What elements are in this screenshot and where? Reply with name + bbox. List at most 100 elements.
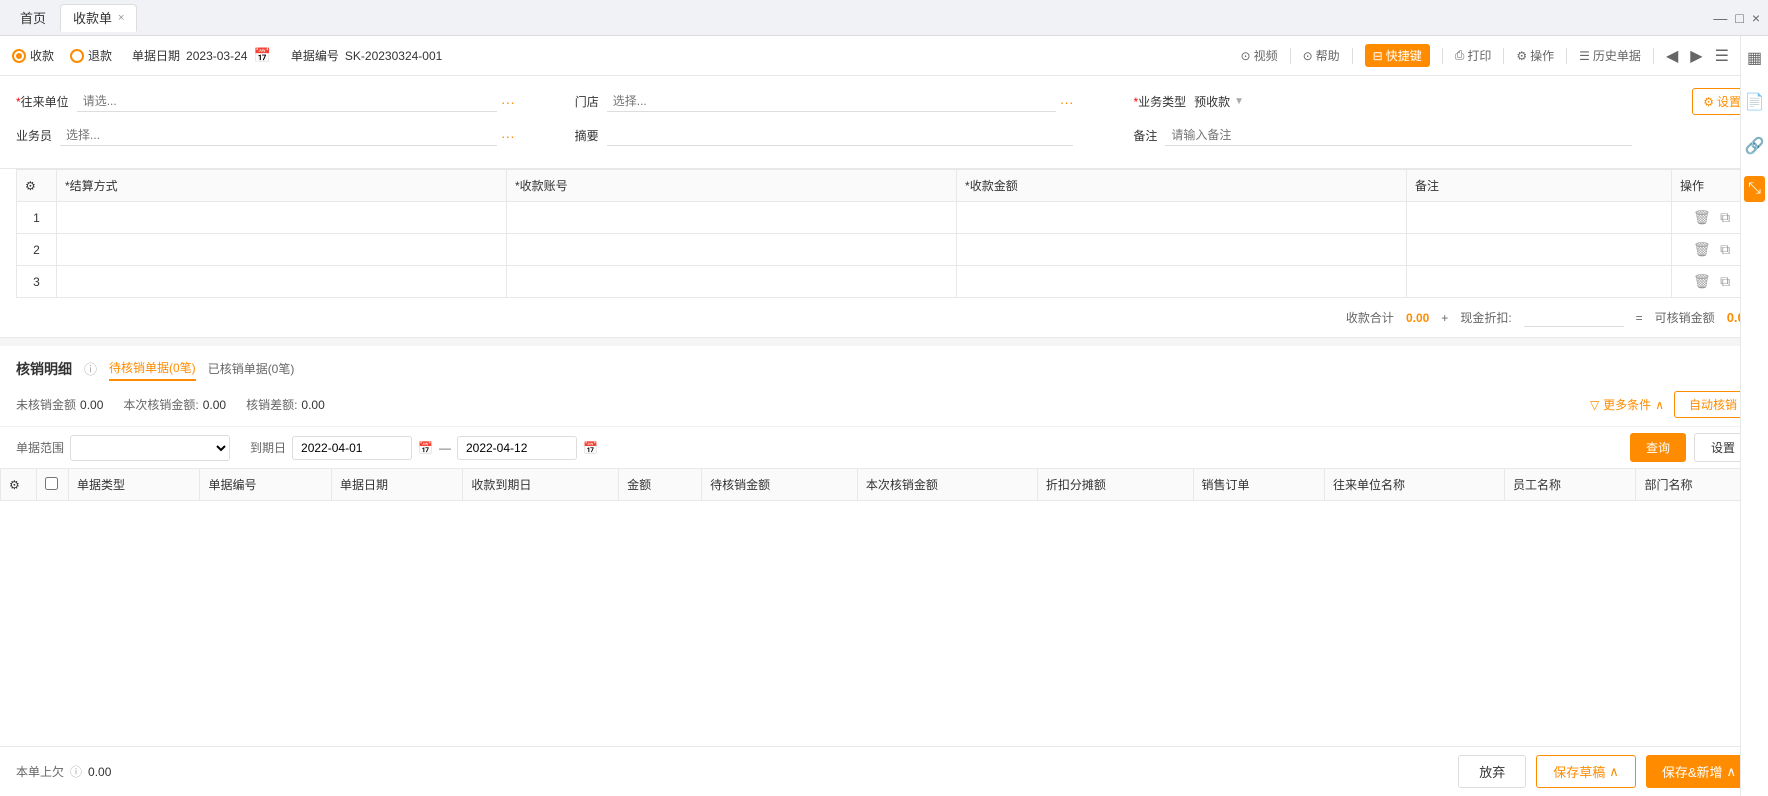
form-body: * 往来单位 ··· 门店 ··· * 业务类型 预收款 ▼	[0, 76, 1768, 169]
tab-completed-label: 已核销单据(0笔)	[208, 362, 295, 376]
tab-pending[interactable]: 待核销单据(0笔)	[109, 356, 196, 381]
bottom-table-header: ⚙ 单据类型 单据编号 单据日期 收款到期日 金额 待核销金额 本次核销金额 折…	[1, 469, 1768, 501]
calendar-icon[interactable]: 📅	[253, 47, 270, 64]
tab-close-icon[interactable]: ×	[118, 12, 124, 24]
toolbar-operation[interactable]: ⚙ 操作	[1516, 47, 1554, 64]
draft-button[interactable]: 保存草稿 ∧	[1536, 755, 1636, 788]
more-filter-btn[interactable]: ▽ 更多条件 ∧	[1590, 396, 1664, 413]
divider2	[1352, 48, 1353, 64]
verification-header: 核销明细 ⓘ 待核销单据(0笔) 已核销单据(0笔)	[0, 346, 1768, 387]
date-to-input[interactable]	[457, 436, 577, 460]
layout-icon[interactable]: ☰	[1715, 46, 1729, 66]
select-all-checkbox[interactable]	[45, 477, 58, 490]
delete-icon-3[interactable]: 🗑	[1693, 273, 1711, 289]
copy-icon-3[interactable]: ⧉	[1720, 273, 1730, 289]
tab-home[interactable]: 首页	[8, 4, 58, 32]
discount-input[interactable]	[1524, 308, 1624, 327]
filter-icon: ▽	[1590, 398, 1599, 412]
divider3	[1442, 48, 1443, 64]
history-icon: ☰	[1579, 49, 1590, 63]
bottom-col-employee: 员工名称	[1505, 469, 1636, 501]
col-gear[interactable]: ⚙	[17, 170, 57, 202]
store-input[interactable]	[607, 91, 1056, 112]
divider1	[1290, 48, 1291, 64]
store-more-icon[interactable]: ···	[1060, 94, 1074, 110]
date-label: 单据日期	[132, 47, 180, 64]
toolbar-help[interactable]: ⊙ 帮助	[1303, 47, 1340, 64]
delete-icon-1[interactable]: 🗑	[1693, 209, 1711, 225]
operation-label: 操作	[1530, 47, 1554, 64]
bottom-col-sales-order: 销售订单	[1193, 469, 1324, 501]
due-label: 到期日	[250, 439, 286, 456]
radio-receive-dot	[12, 49, 26, 63]
biz-select-wrap: 预收款 ▼	[1194, 93, 1244, 110]
table-header-row: ⚙ *结算方式 *收款账号 *收款金额 备注 操作	[17, 170, 1752, 202]
cell-note-2[interactable]	[1407, 234, 1672, 266]
minimize-icon[interactable]: —	[1713, 10, 1727, 26]
radio-refund-label: 退款	[88, 47, 112, 64]
tab-completed[interactable]: 已核销单据(0笔)	[208, 357, 295, 380]
tab-current[interactable]: 收款单 ×	[60, 4, 137, 32]
toolbar-print[interactable]: ⎙ 打印	[1455, 47, 1492, 64]
close-window-icon[interactable]: ×	[1752, 10, 1760, 26]
bottom-col-amount: 金额	[619, 469, 702, 501]
cell-amount-2[interactable]	[957, 234, 1407, 266]
abandon-button[interactable]: 放弃	[1458, 755, 1526, 788]
cell-settlement-1[interactable]	[57, 202, 507, 234]
sales-rep-input[interactable]	[60, 125, 497, 146]
copy-icon-1[interactable]: ⧉	[1720, 209, 1730, 225]
cell-settlement-2[interactable]	[57, 234, 507, 266]
row-num-3: 3	[17, 266, 57, 298]
counterpart-input[interactable]	[77, 91, 497, 112]
calendar-from-icon[interactable]: 📅	[418, 441, 433, 455]
radio-refund[interactable]: 退款	[70, 47, 112, 64]
note-input[interactable]	[1165, 125, 1632, 146]
window-controls: — □ ×	[1713, 10, 1760, 26]
cell-account-1[interactable]	[507, 202, 957, 234]
cell-amount-3[interactable]	[957, 266, 1407, 298]
toolbar-video[interactable]: ⊙ 视频	[1241, 47, 1278, 64]
sidebar-link-icon[interactable]: 🔗	[1741, 132, 1768, 160]
bottom-col-gear[interactable]: ⚙	[1, 469, 37, 501]
nav-next-icon[interactable]: ▶	[1690, 46, 1702, 66]
maximize-icon[interactable]: □	[1735, 10, 1743, 26]
unchecked-value: 0.00	[80, 398, 103, 412]
sidebar-document-icon[interactable]: 📄	[1741, 88, 1768, 116]
copy-icon-2[interactable]: ⧉	[1720, 241, 1730, 257]
sales-rep-label: 业务员	[16, 127, 52, 144]
date-dash: —	[439, 441, 451, 455]
summary-input[interactable]	[607, 125, 1074, 146]
sales-rep-more-icon[interactable]: ···	[501, 128, 515, 144]
verification-info-icon[interactable]: ⓘ	[84, 359, 97, 378]
save-button[interactable]: 保存&新增 ∧	[1646, 755, 1752, 788]
store-field: 门店 ···	[575, 91, 1074, 112]
sidebar-expand-icon[interactable]: ⤡	[1744, 176, 1765, 202]
toolbar-history[interactable]: ☰ 历史单据	[1579, 47, 1641, 64]
summary-field: 摘要	[575, 125, 1074, 146]
cell-settlement-3[interactable]	[57, 266, 507, 298]
biz-chevron-icon[interactable]: ▼	[1234, 96, 1244, 107]
range-select[interactable]	[70, 435, 230, 461]
toolbar-shortcut[interactable]: ⊟ 快捷键	[1365, 44, 1430, 67]
biz-value: 预收款	[1194, 93, 1230, 110]
radio-receive[interactable]: 收款	[12, 47, 54, 64]
cell-account-3[interactable]	[507, 266, 957, 298]
cell-note-1[interactable]	[1407, 202, 1672, 234]
cell-amount-1[interactable]	[957, 202, 1407, 234]
delete-icon-2[interactable]: 🗑	[1693, 241, 1711, 257]
sidebar-table-icon[interactable]: ▦	[1743, 44, 1766, 72]
business-type-field: * 业务类型 预收款 ▼	[1133, 93, 1632, 110]
collect-label: 收款合计	[1346, 309, 1394, 326]
col-settlement: *结算方式	[57, 170, 507, 202]
query-button[interactable]: 查询	[1630, 433, 1686, 462]
calendar-to-icon[interactable]: 📅	[583, 441, 598, 455]
bottom-col-pending: 待核销金额	[702, 469, 858, 501]
date-from-input[interactable]	[292, 436, 412, 460]
cell-account-2[interactable]	[507, 234, 957, 266]
plus-sign: +	[1441, 311, 1448, 325]
discount-label: 现金折扣:	[1460, 309, 1511, 326]
counterpart-more-icon[interactable]: ···	[501, 94, 515, 110]
cell-note-3[interactable]	[1407, 266, 1672, 298]
bottom-col-due-date: 收款到期日	[463, 469, 619, 501]
nav-prev-icon[interactable]: ◀	[1666, 46, 1678, 66]
